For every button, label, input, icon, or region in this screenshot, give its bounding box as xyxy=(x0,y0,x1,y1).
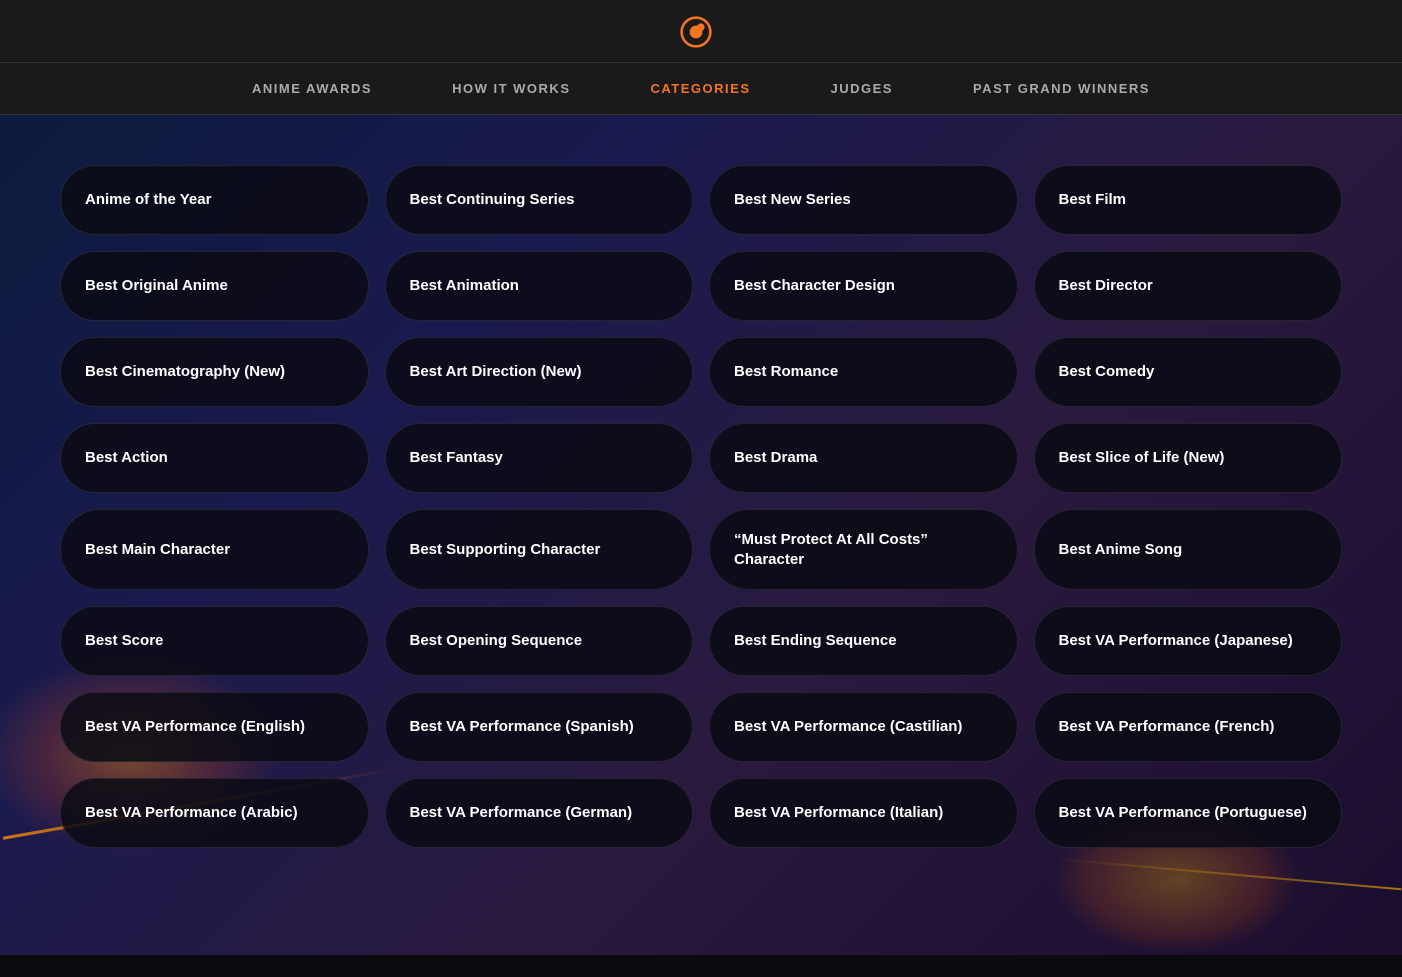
category-btn-27[interactable]: Best VA Performance (French) xyxy=(1034,692,1343,762)
category-btn-19[interactable]: Best Anime Song xyxy=(1034,509,1343,590)
category-btn-30[interactable]: Best VA Performance (Italian) xyxy=(709,778,1018,848)
nav-link-past-grand-winners[interactable]: PAST GRAND WINNERS xyxy=(933,63,1190,114)
category-btn-17[interactable]: Best Supporting Character xyxy=(385,509,694,590)
navbar: ANIME AWARDSHOW IT WORKSCATEGORIESJUDGES… xyxy=(0,0,1402,115)
category-btn-20[interactable]: Best Score xyxy=(60,606,369,676)
categories-grid: Anime of the YearBest Continuing SeriesB… xyxy=(60,165,1342,848)
category-btn-11[interactable]: Best Comedy xyxy=(1034,337,1343,407)
logo-row xyxy=(680,0,722,62)
category-btn-9[interactable]: Best Art Direction (New) xyxy=(385,337,694,407)
category-btn-25[interactable]: Best VA Performance (Spanish) xyxy=(385,692,694,762)
category-btn-29[interactable]: Best VA Performance (German) xyxy=(385,778,694,848)
category-btn-22[interactable]: Best Ending Sequence xyxy=(709,606,1018,676)
category-btn-6[interactable]: Best Character Design xyxy=(709,251,1018,321)
category-btn-12[interactable]: Best Action xyxy=(60,423,369,493)
category-btn-31[interactable]: Best VA Performance (Portuguese) xyxy=(1034,778,1343,848)
category-btn-4[interactable]: Best Original Anime xyxy=(60,251,369,321)
category-btn-13[interactable]: Best Fantasy xyxy=(385,423,694,493)
crunchyroll-icon xyxy=(680,16,712,48)
category-btn-24[interactable]: Best VA Performance (English) xyxy=(60,692,369,762)
category-btn-7[interactable]: Best Director xyxy=(1034,251,1343,321)
category-btn-15[interactable]: Best Slice of Life (New) xyxy=(1034,423,1343,493)
category-btn-23[interactable]: Best VA Performance (Japanese) xyxy=(1034,606,1343,676)
category-btn-21[interactable]: Best Opening Sequence xyxy=(385,606,694,676)
nav-link-how-it-works[interactable]: HOW IT WORKS xyxy=(412,63,610,114)
category-btn-14[interactable]: Best Drama xyxy=(709,423,1018,493)
category-btn-28[interactable]: Best VA Performance (Arabic) xyxy=(60,778,369,848)
glow-line-right-decoration xyxy=(1053,858,1402,890)
category-btn-2[interactable]: Best New Series xyxy=(709,165,1018,235)
category-btn-8[interactable]: Best Cinematography (New) xyxy=(60,337,369,407)
category-btn-3[interactable]: Best Film xyxy=(1034,165,1343,235)
nav-link-anime-awards[interactable]: ANIME AWARDS xyxy=(212,63,412,114)
category-btn-26[interactable]: Best VA Performance (Castilian) xyxy=(709,692,1018,762)
category-btn-1[interactable]: Best Continuing Series xyxy=(385,165,694,235)
category-btn-18[interactable]: “Must Protect At All Costs” Character xyxy=(709,509,1018,590)
main-content: Anime of the YearBest Continuing SeriesB… xyxy=(0,115,1402,955)
nav-link-categories[interactable]: CATEGORIES xyxy=(611,63,791,114)
category-btn-5[interactable]: Best Animation xyxy=(385,251,694,321)
nav-links: ANIME AWARDSHOW IT WORKSCATEGORIESJUDGES… xyxy=(0,62,1402,114)
category-btn-10[interactable]: Best Romance xyxy=(709,337,1018,407)
nav-link-judges[interactable]: JUDGES xyxy=(791,63,933,114)
category-btn-16[interactable]: Best Main Character xyxy=(60,509,369,590)
category-btn-0[interactable]: Anime of the Year xyxy=(60,165,369,235)
